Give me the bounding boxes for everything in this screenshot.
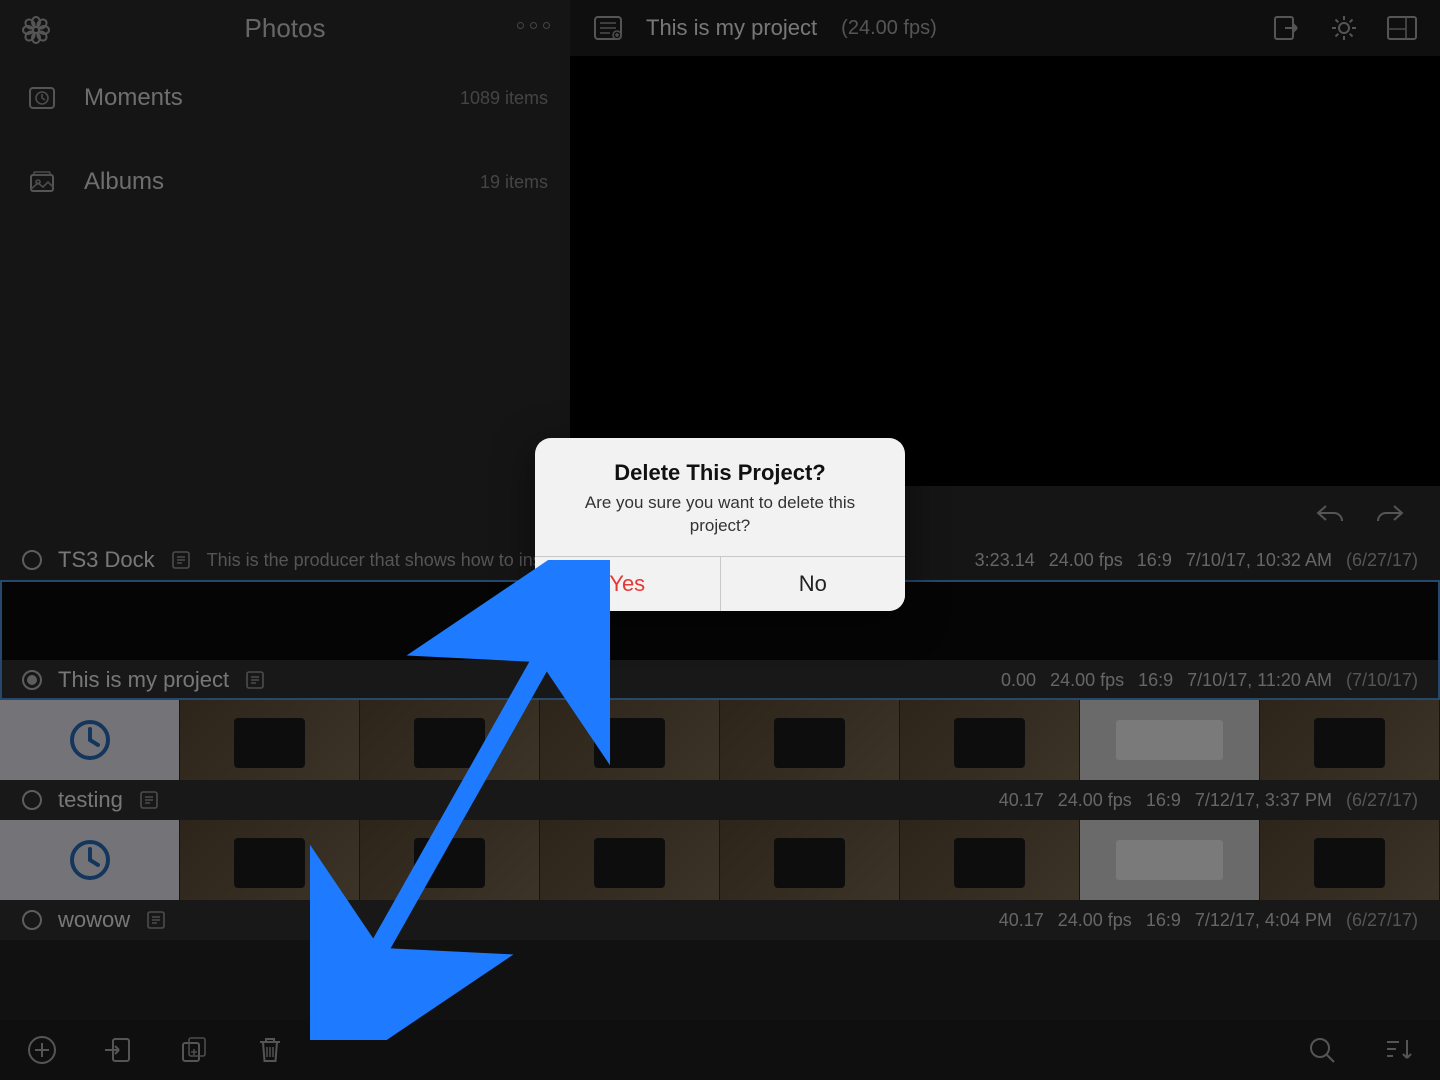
- import-icon[interactable]: [100, 1032, 136, 1068]
- layout-icon[interactable]: [1382, 8, 1422, 48]
- add-to-list-icon[interactable]: [588, 8, 628, 48]
- clock-icon: [22, 83, 62, 113]
- dialog-no-button[interactable]: No: [721, 557, 906, 611]
- project-list: TS3 Dock This is the producer that shows…: [0, 540, 1440, 1080]
- redo-icon[interactable]: [1370, 493, 1410, 533]
- add-icon[interactable]: [24, 1032, 60, 1068]
- undo-icon[interactable]: [1310, 493, 1350, 533]
- project-name: wowow: [58, 907, 130, 933]
- note-icon[interactable]: [171, 550, 191, 570]
- project-meta: 3:23.14 24.00 fps 16:9 7/10/17, 10:32 AM…: [975, 550, 1418, 571]
- delete-project-dialog: Delete This Project? Are you sure you wa…: [535, 438, 905, 611]
- dialog-title: Delete This Project?: [555, 460, 885, 486]
- sidebar-item-moments[interactable]: Moments 1089 items: [0, 56, 570, 140]
- note-icon[interactable]: [146, 910, 166, 930]
- project-meta: 40.17 24.00 fps 16:9 7/12/17, 4:04 PM (6…: [999, 910, 1418, 931]
- dialog-yes-button[interactable]: Yes: [535, 557, 721, 611]
- video-viewport[interactable]: [570, 56, 1440, 486]
- more-icon[interactable]: [517, 22, 550, 29]
- albums-icon: [22, 167, 62, 197]
- radio-unselected-icon[interactable]: [22, 790, 42, 810]
- project-meta: 40.17 24.00 fps 16:9 7/12/17, 3:37 PM (6…: [999, 790, 1418, 811]
- radio-unselected-icon[interactable]: [22, 550, 42, 570]
- sidebar-item-label: Moments: [84, 84, 460, 112]
- project-toolbar: [0, 1020, 1440, 1080]
- sidebar-header: Photos: [0, 0, 570, 56]
- sidebar-item-albums[interactable]: Albums 19 items: [0, 140, 570, 224]
- radio-selected-icon[interactable]: [22, 670, 42, 690]
- dialog-message: Are you sure you want to delete this pro…: [555, 492, 885, 538]
- photos-sidebar: Photos Moments 1089 items Albums 19 item…: [0, 0, 570, 540]
- gear-icon[interactable]: [1324, 8, 1364, 48]
- thumbnail-strip: [0, 700, 1440, 780]
- project-row[interactable]: testing 40.17 24.00 fps 16:9 7/12/17, 3:…: [0, 700, 1440, 820]
- project-meta: 0.00 24.00 fps 16:9 7/10/17, 11:20 AM (7…: [1001, 670, 1418, 691]
- sidebar-title: Photos: [245, 13, 326, 44]
- sidebar-item-count: 19 items: [480, 172, 548, 193]
- project-name: testing: [58, 787, 123, 813]
- photos-app-icon: [20, 14, 52, 46]
- preview-header: This is my project (24.00 fps): [570, 0, 1440, 56]
- note-icon[interactable]: [245, 670, 265, 690]
- sidebar-item-label: Albums: [84, 168, 480, 196]
- project-name: TS3 Dock: [58, 547, 155, 573]
- thumbnail-strip: [0, 820, 1440, 900]
- project-fps: (24.00 fps): [841, 17, 937, 40]
- sidebar-item-count: 1089 items: [460, 88, 548, 109]
- project-row[interactable]: wowow 40.17 24.00 fps 16:9 7/12/17, 4:04…: [0, 820, 1440, 940]
- project-title: This is my project: [646, 15, 817, 41]
- sort-icon[interactable]: [1380, 1032, 1416, 1068]
- trash-icon[interactable]: [252, 1032, 288, 1068]
- search-icon[interactable]: [1304, 1032, 1340, 1068]
- duplicate-icon[interactable]: [176, 1032, 212, 1068]
- export-icon[interactable]: [1266, 8, 1306, 48]
- radio-unselected-icon[interactable]: [22, 910, 42, 930]
- note-icon[interactable]: [139, 790, 159, 810]
- project-name: This is my project: [58, 667, 229, 693]
